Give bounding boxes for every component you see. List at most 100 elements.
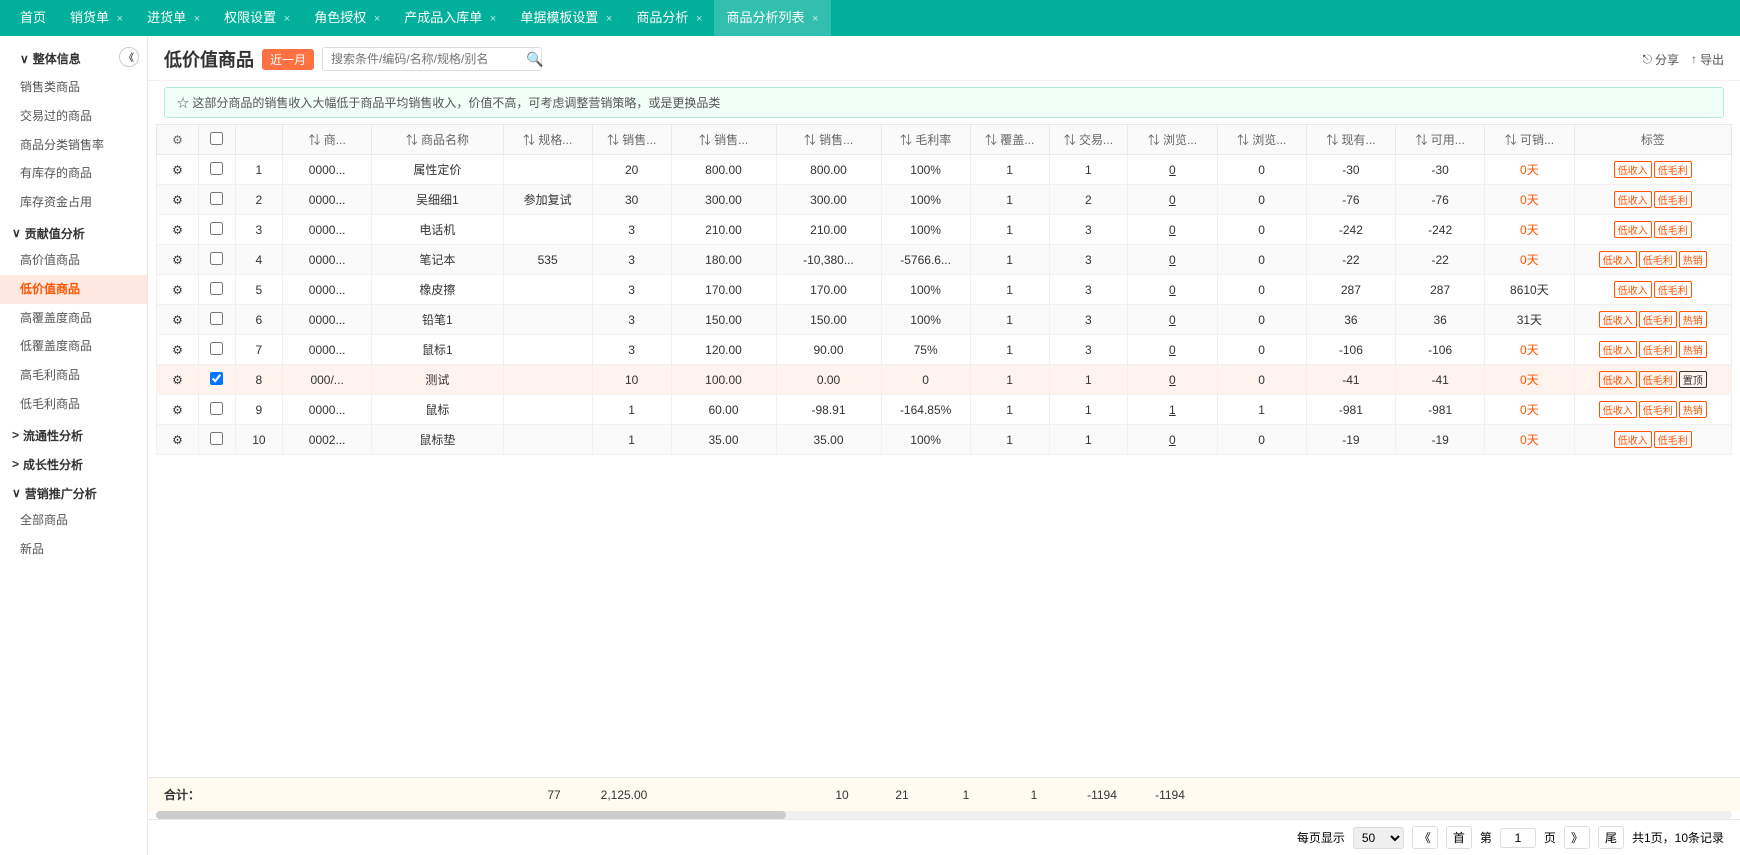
- row-gear[interactable]: ⚙: [157, 185, 199, 215]
- first-page-btn[interactable]: 《: [1412, 826, 1438, 849]
- th-code[interactable]: ⇅ 商...: [283, 125, 372, 155]
- nav-close-role[interactable]: ×: [374, 13, 380, 25]
- nav-close-analysis[interactable]: ×: [696, 13, 702, 25]
- th-stock1[interactable]: ⇅ 现有...: [1306, 125, 1395, 155]
- export-btn[interactable]: ↑ 导出: [1691, 51, 1724, 68]
- row-gear[interactable]: ⚙: [157, 335, 199, 365]
- sidebar-item-high-value[interactable]: 高价值商品: [0, 246, 147, 275]
- sidebar-item-high-profit[interactable]: 高毛利商品: [0, 361, 147, 390]
- th-gear[interactable]: ⚙: [157, 125, 199, 155]
- row-checkbox-cell[interactable]: [199, 275, 236, 305]
- sidebar-item-stock-capital[interactable]: 库存资金占用: [0, 188, 147, 217]
- nav-product-analysis[interactable]: 商品分析 ×: [624, 0, 714, 36]
- row-checkbox[interactable]: [210, 222, 223, 235]
- browse1-link[interactable]: 0: [1169, 373, 1176, 387]
- row-browse1[interactable]: 0: [1128, 185, 1217, 215]
- search-input[interactable]: [322, 47, 542, 71]
- sidebar-group-marketing[interactable]: ∨ 营销推广分析: [0, 477, 147, 506]
- share-btn[interactable]: ⎋ 分享: [1642, 51, 1679, 68]
- th-sale-avg[interactable]: ⇅ 销售...: [776, 125, 881, 155]
- nav-template-setting[interactable]: 单据模板设置 ×: [508, 0, 624, 36]
- nav-permission[interactable]: 权限设置 ×: [212, 0, 302, 36]
- row-checkbox[interactable]: [210, 312, 223, 325]
- row-checkbox-cell[interactable]: [199, 215, 236, 245]
- nav-close-permission[interactable]: ×: [284, 13, 290, 25]
- row-browse1[interactable]: 0: [1128, 275, 1217, 305]
- sidebar-item-low-profit[interactable]: 低毛利商品: [0, 390, 147, 419]
- th-trade[interactable]: ⇅ 交易...: [1049, 125, 1128, 155]
- select-all-checkbox[interactable]: [210, 132, 223, 145]
- sidebar-item-high-coverage[interactable]: 高覆盖度商品: [0, 304, 147, 333]
- th-sale-qty[interactable]: ⇅ 销售...: [592, 125, 671, 155]
- prev-page-btn[interactable]: 首: [1446, 826, 1472, 849]
- row-checkbox-cell[interactable]: [199, 335, 236, 365]
- row-gear[interactable]: ⚙: [157, 305, 199, 335]
- sidebar-collapse-btn[interactable]: 《: [119, 47, 139, 67]
- row-checkbox-cell[interactable]: [199, 425, 236, 455]
- sidebar-item-sales-goods[interactable]: 销售类商品: [0, 73, 147, 102]
- row-browse1[interactable]: 0: [1128, 305, 1217, 335]
- sidebar-group-circulation[interactable]: > 流通性分析: [0, 419, 147, 448]
- row-browse1[interactable]: 0: [1128, 425, 1217, 455]
- nav-home[interactable]: 首页: [8, 0, 58, 36]
- row-checkbox[interactable]: [210, 252, 223, 265]
- nav-sales-order[interactable]: 销货单 ×: [58, 0, 135, 36]
- row-checkbox[interactable]: [210, 402, 223, 415]
- row-checkbox[interactable]: [210, 342, 223, 355]
- row-checkbox[interactable]: [210, 192, 223, 205]
- sidebar-group-growth[interactable]: > 成长性分析: [0, 448, 147, 477]
- sidebar-item-low-value[interactable]: 低价值商品: [0, 275, 147, 304]
- browse1-link[interactable]: 0: [1169, 163, 1176, 177]
- sidebar-item-low-coverage[interactable]: 低覆盖度商品: [0, 332, 147, 361]
- row-checkbox[interactable]: [210, 282, 223, 295]
- nav-close-purchase[interactable]: ×: [194, 13, 200, 25]
- browse1-link[interactable]: 0: [1169, 343, 1176, 357]
- row-browse1[interactable]: 0: [1128, 245, 1217, 275]
- page-size-select[interactable]: 50 100 200: [1353, 827, 1404, 849]
- th-check[interactable]: [199, 125, 236, 155]
- sidebar-item-new-goods[interactable]: 新品: [0, 535, 147, 564]
- row-gear[interactable]: ⚙: [157, 245, 199, 275]
- nav-purchase-order[interactable]: 进货单 ×: [135, 0, 212, 36]
- row-gear[interactable]: ⚙: [157, 365, 199, 395]
- row-browse1[interactable]: 0: [1128, 215, 1217, 245]
- nav-role-auth[interactable]: 角色授权 ×: [302, 0, 392, 36]
- sidebar-item-stocked-goods[interactable]: 有库存的商品: [0, 159, 147, 188]
- th-coverage[interactable]: ⇅ 覆盖...: [970, 125, 1049, 155]
- sidebar-group-contribution[interactable]: ∨ 贡献值分析: [0, 217, 147, 246]
- th-browse1[interactable]: ⇅ 浏览...: [1128, 125, 1217, 155]
- browse1-link[interactable]: 1: [1169, 403, 1176, 417]
- nav-close-sales[interactable]: ×: [117, 13, 123, 25]
- th-profit-rate[interactable]: ⇅ 毛利率: [881, 125, 970, 155]
- browse1-link[interactable]: 0: [1169, 433, 1176, 447]
- th-spec[interactable]: ⇅ 规格...: [503, 125, 592, 155]
- row-checkbox-cell[interactable]: [199, 185, 236, 215]
- page-number-input[interactable]: [1500, 828, 1536, 848]
- sidebar-item-category-sales-rate[interactable]: 商品分类销售率: [0, 131, 147, 160]
- nav-close-template[interactable]: ×: [606, 13, 612, 25]
- nav-product-entry[interactable]: 产成品入库单 ×: [392, 0, 508, 36]
- nav-close-product[interactable]: ×: [490, 13, 496, 25]
- browse1-link[interactable]: 0: [1169, 253, 1176, 267]
- next-page-btn[interactable]: 》: [1564, 826, 1590, 849]
- row-checkbox[interactable]: [210, 162, 223, 175]
- row-checkbox-cell[interactable]: [199, 245, 236, 275]
- row-gear[interactable]: ⚙: [157, 275, 199, 305]
- row-gear[interactable]: ⚙: [157, 425, 199, 455]
- browse1-link[interactable]: 0: [1169, 283, 1176, 297]
- browse1-link[interactable]: 0: [1169, 193, 1176, 207]
- nav-close-analysis-list[interactable]: ×: [812, 13, 818, 25]
- row-gear[interactable]: ⚙: [157, 215, 199, 245]
- table-container[interactable]: ⚙ ⇅ 商... ⇅ 商品名称 ⇅ 规格... ⇅ 销: [148, 124, 1740, 777]
- sidebar-item-all-goods[interactable]: 全部商品: [0, 506, 147, 535]
- row-browse1[interactable]: 1: [1128, 395, 1217, 425]
- row-checkbox[interactable]: [210, 372, 223, 385]
- row-checkbox-cell[interactable]: [199, 395, 236, 425]
- th-name[interactable]: ⇅ 商品名称: [372, 125, 503, 155]
- last-page-btn[interactable]: 尾: [1598, 826, 1624, 849]
- row-gear[interactable]: ⚙: [157, 155, 199, 185]
- row-checkbox-cell[interactable]: [199, 365, 236, 395]
- browse1-link[interactable]: 0: [1169, 223, 1176, 237]
- row-gear[interactable]: ⚙: [157, 395, 199, 425]
- sidebar-group-overall[interactable]: ∨ 整体信息: [8, 42, 93, 71]
